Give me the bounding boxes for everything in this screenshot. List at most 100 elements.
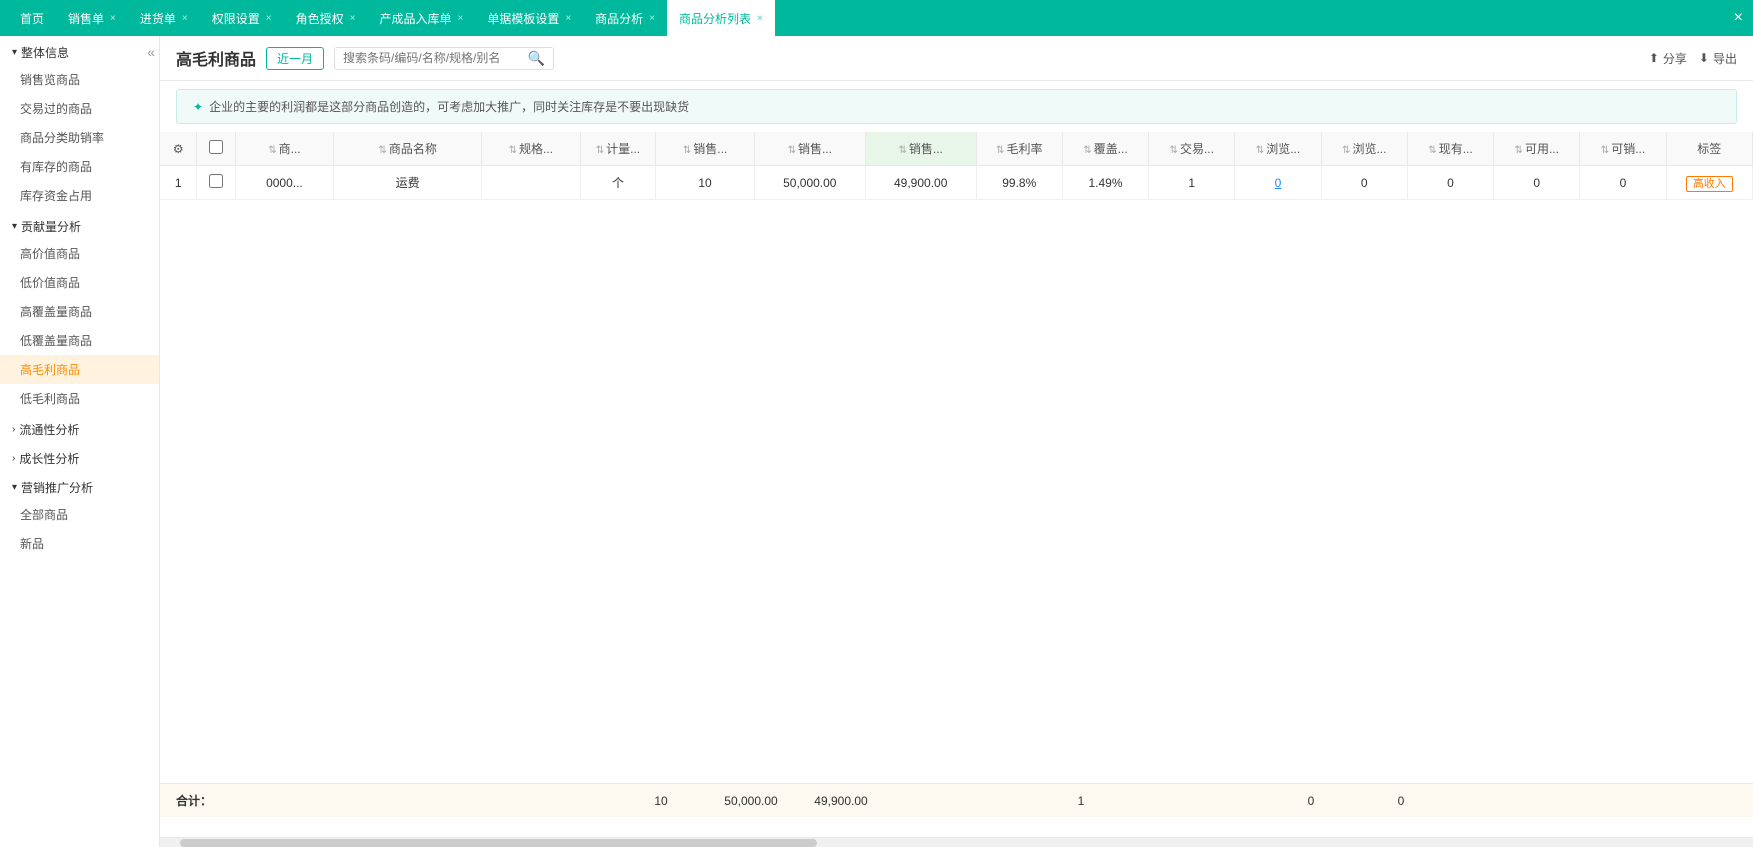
col-browse2[interactable]: ⇅浏览... [1321, 132, 1407, 166]
cell-sales-qty: 10 [656, 166, 755, 200]
share-icon: ⬆ [1649, 51, 1659, 65]
cell-browse1[interactable]: 0 [1235, 166, 1321, 200]
footer-current: 0 [1266, 794, 1356, 808]
cell-checkbox[interactable] [197, 166, 235, 200]
sidebar-item-stock-capital[interactable]: 库存资金占用 [0, 181, 159, 210]
nav-item-products-in[interactable]: 产成品入库单 × [367, 0, 475, 36]
search-input[interactable] [343, 51, 528, 65]
sidebar-item-new-goods[interactable]: 新品 [0, 529, 159, 558]
nav-item-analysis-list[interactable]: 商品分析列表 × [667, 0, 775, 36]
col-checkbox [197, 132, 235, 166]
sidebar-item-traded-goods[interactable]: 交易过的商品 [0, 94, 159, 123]
col-sales-amt1[interactable]: ⇅销售... [754, 132, 865, 166]
col-coverage[interactable]: ⇅覆盖... [1062, 132, 1148, 166]
col-name[interactable]: ⇅商品名称 [334, 132, 482, 166]
row-checkbox[interactable] [209, 174, 223, 188]
sidebar-item-all-goods[interactable]: 全部商品 [0, 500, 159, 529]
close-purchase-tab[interactable]: × [182, 13, 188, 24]
bottom-scrollbar[interactable] [160, 837, 1753, 847]
close-template-tab[interactable]: × [565, 13, 571, 24]
content-area: 高毛利商品 近一月 🔍 ⬆ 分享 ⬇ 导出 ✦ 企业的主要的利润都是这部分商品创… [160, 36, 1753, 847]
cell-available-stock: 0 [1494, 166, 1580, 200]
close-analysis-list-tab[interactable]: × [757, 13, 763, 24]
cell-code: 0000... [235, 166, 334, 200]
scrollbar-thumb[interactable] [180, 839, 817, 847]
footer-total-row: 合计： 10 50,000.00 49,900.00 1 0 0 [160, 783, 1753, 817]
close-products-in-tab[interactable]: × [457, 13, 463, 24]
nav-item-sales[interactable]: 销售单 × [56, 0, 128, 36]
sidebar-item-high-margin[interactable]: 高毛利商品 [0, 355, 159, 384]
search-box: 🔍 [334, 47, 554, 70]
col-sales-qty[interactable]: ⇅销售... [656, 132, 755, 166]
sidebar-group-overall[interactable]: ▾ 整体信息 [0, 36, 159, 65]
close-analysis-tab[interactable]: × [649, 13, 655, 24]
sidebar-item-high-value[interactable]: 高价值商品 [0, 239, 159, 268]
table-row: 1 0000... 运费 个 10 50,000.00 49,900.00 99… [160, 166, 1753, 200]
export-btn[interactable]: ⬇ 导出 [1699, 50, 1737, 67]
search-icon[interactable]: 🔍 [528, 50, 545, 67]
cell-name: 运费 [334, 166, 482, 200]
cell-saleable-stock: 0 [1580, 166, 1666, 200]
col-available-stock[interactable]: ⇅可用... [1494, 132, 1580, 166]
footer-transactions: 1 [1036, 794, 1126, 808]
sidebar-item-low-coverage[interactable]: 低覆盖量商品 [0, 326, 159, 355]
col-saleable-stock[interactable]: ⇅可销... [1580, 132, 1666, 166]
nav-item-analysis[interactable]: 商品分析 × [583, 0, 667, 36]
table-wrapper[interactable]: ⚙ ⇅商... ⇅商品名称 ⇅规格... ⇅计量... ⇅销售... ⇅销售..… [160, 132, 1753, 847]
share-btn[interactable]: ⬆ 分享 [1649, 50, 1687, 67]
filter-recent-month-btn[interactable]: 近一月 [266, 47, 324, 70]
sidebar-item-category-rate[interactable]: 商品分类助销率 [0, 123, 159, 152]
col-gross-rate[interactable]: ⇅毛利率 [976, 132, 1062, 166]
sidebar-item-in-stock[interactable]: 有库存的商品 [0, 152, 159, 181]
footer-sales-amt1: 50,000.00 [706, 794, 796, 808]
cell-browse2: 0 [1321, 166, 1407, 200]
footer-spacer2 [886, 794, 1036, 808]
sidebar-item-sales-goods[interactable]: 销售览商品 [0, 65, 159, 94]
nav-item-permissions[interactable]: 权限设置 × [200, 0, 284, 36]
select-all-checkbox[interactable] [209, 140, 223, 154]
cell-spec [482, 166, 581, 200]
top-nav-bar: 首页 销售单 × 进货单 × 权限设置 × 角色授权 × 产成品入库单 × 单据… [0, 0, 1753, 36]
close-permissions-tab[interactable]: × [266, 13, 272, 24]
cell-tag: 高收入 [1666, 166, 1752, 200]
arrow-liquidity: › [12, 424, 15, 435]
cell-sales-amt2: 49,900.00 [865, 166, 976, 200]
footer-spacer1 [266, 794, 616, 808]
cell-index: 1 [160, 166, 197, 200]
col-spec[interactable]: ⇅规格... [482, 132, 581, 166]
arrow-marketing: ▾ [12, 482, 17, 493]
col-tag[interactable]: 标签 [1666, 132, 1752, 166]
col-code[interactable]: ⇅商... [235, 132, 334, 166]
arrow-contribution: ▾ [12, 221, 17, 232]
sidebar-item-low-margin[interactable]: 低毛利商品 [0, 384, 159, 413]
export-icon: ⬇ [1699, 51, 1709, 65]
footer-sales-amt2: 49,900.00 [796, 794, 886, 808]
close-sales-tab[interactable]: × [110, 13, 116, 24]
content-header: 高毛利商品 近一月 🔍 ⬆ 分享 ⬇ 导出 [160, 36, 1753, 81]
nav-item-roles[interactable]: 角色授权 × [284, 0, 368, 36]
col-sales-amt2[interactable]: ⇅销售... [865, 132, 976, 166]
sidebar-group-contribution[interactable]: ▾ 贡献量分析 [0, 210, 159, 239]
main-layout: « ▾ 整体信息 销售览商品 交易过的商品 商品分类助销率 有库存的商品 库存资… [0, 36, 1753, 847]
arrow-growth: › [12, 453, 15, 464]
sidebar-item-low-value[interactable]: 低价值商品 [0, 268, 159, 297]
sidebar-item-high-coverage[interactable]: 高覆盖量商品 [0, 297, 159, 326]
sidebar-collapse-btn[interactable]: « [147, 44, 155, 60]
col-browse1[interactable]: ⇅浏览... [1235, 132, 1321, 166]
nav-item-home[interactable]: 首页 [8, 0, 56, 36]
col-current-stock[interactable]: ⇅现有... [1407, 132, 1493, 166]
col-transactions[interactable]: ⇅交易... [1149, 132, 1235, 166]
cell-current-stock: 0 [1407, 166, 1493, 200]
sidebar-group-liquidity[interactable]: › 流通性分析 [0, 413, 159, 442]
cell-unit: 个 [580, 166, 656, 200]
window-close-button[interactable]: × [1734, 9, 1743, 27]
col-unit[interactable]: ⇅计量... [580, 132, 656, 166]
close-roles-tab[interactable]: × [350, 13, 356, 24]
col-settings[interactable]: ⚙ [160, 132, 197, 166]
nav-item-purchase[interactable]: 进货单 × [128, 0, 200, 36]
info-banner: ✦ 企业的主要的利润都是这部分商品创造的，可考虑加大推广，同时关注库存是不要出现… [176, 89, 1737, 124]
sidebar-group-growth[interactable]: › 成长性分析 [0, 442, 159, 471]
sidebar-group-marketing[interactable]: ▾ 营销推广分析 [0, 471, 159, 500]
cell-transactions: 1 [1149, 166, 1235, 200]
nav-item-template[interactable]: 单据模板设置 × [475, 0, 583, 36]
